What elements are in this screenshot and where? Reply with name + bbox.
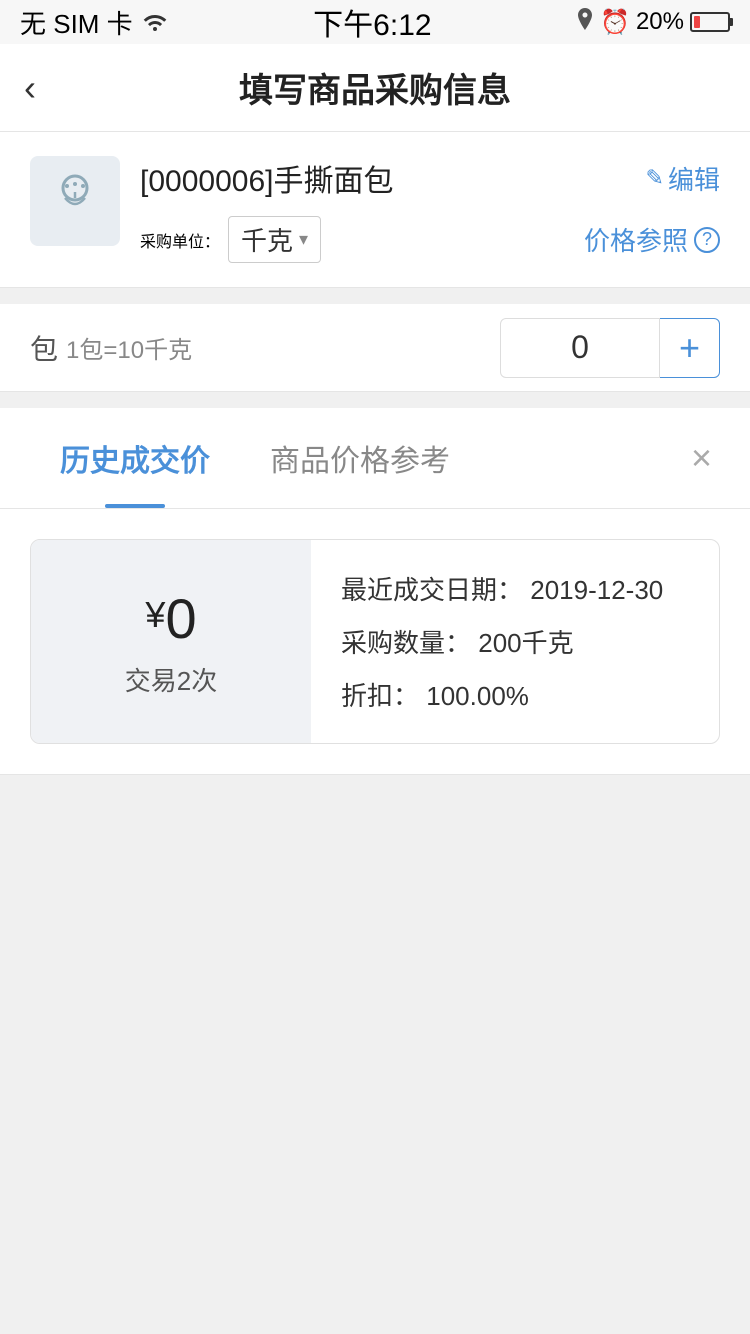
status-time: 下午6:12 <box>313 0 431 44</box>
price-ref-button[interactable]: 价格参照 ? <box>584 221 720 258</box>
discount-row: 折扣： 100.00% <box>341 676 689 713</box>
status-bar: 无 SIM 卡 下午6:12 ⏰ 20% <box>0 0 750 44</box>
product-thumb-icon <box>45 166 105 236</box>
price-ref-label: 价格参照 <box>584 221 688 258</box>
qty-control: 0 + <box>500 318 720 378</box>
price-card-container: ¥ 0 交易2次 最近成交日期： 2019-12-30 采购数量： 200千克 … <box>0 509 750 774</box>
tabs-header: 历史成交价 商品价格参考 × <box>0 408 750 509</box>
page-header: ‹ 填写商品采购信息 <box>0 44 750 132</box>
status-right: ⏰ 20% <box>576 8 730 37</box>
tab-product-price-ref[interactable]: 商品价格参考 <box>240 408 480 508</box>
chevron-down-icon: ▾ <box>299 229 308 250</box>
purchase-qty-row: 采购数量： 200千克 <box>341 623 689 660</box>
product-name: [0000006]手撕面包 <box>140 156 393 200</box>
product-id: [0000006] <box>140 165 273 198</box>
edit-icon: ✎ <box>646 165 664 191</box>
recent-date-label: 最近成交日期： <box>341 575 523 605</box>
unit-value: 千克 <box>241 221 293 258</box>
tabs-close-button[interactable]: × <box>683 429 720 487</box>
qty-unit-label: 包 <box>30 328 58 368</box>
discount-label: 折扣： <box>341 681 419 711</box>
price-times: 交易2次 <box>125 661 217 698</box>
edit-button[interactable]: ✎ 编辑 <box>646 160 720 197</box>
unit-select[interactable]: 千克 ▾ <box>228 216 321 263</box>
product-row: [0000006]手撕面包 ✎ 编辑 采购单位： 千克 ▾ 价格参照 ? <box>30 156 720 263</box>
recent-date-row: 最近成交日期： 2019-12-30 <box>341 570 689 607</box>
unit-label-row: 采购单位： 千克 ▾ <box>140 216 321 263</box>
carrier-text: 无 SIM 卡 <box>20 4 133 41</box>
product-info: [0000006]手撕面包 ✎ 编辑 采购单位： 千克 ▾ 价格参照 ? <box>140 156 720 263</box>
recent-date-value: 2019-12-30 <box>530 575 663 605</box>
edit-label: 编辑 <box>668 160 720 197</box>
page-title: 填写商品采购信息 <box>239 63 511 112</box>
location-icon <box>576 8 594 37</box>
price-card-left: ¥ 0 交易2次 <box>31 540 311 743</box>
wifi-icon <box>141 7 169 38</box>
product-title: 手撕面包 <box>273 165 393 198</box>
price-value: 0 <box>165 586 196 651</box>
purchase-qty-value: 200千克 <box>478 628 573 658</box>
price-card-right: 最近成交日期： 2019-12-30 采购数量： 200千克 折扣： 100.0… <box>311 540 719 743</box>
product-thumbnail <box>30 156 120 246</box>
price-currency: ¥ <box>145 594 165 636</box>
quantity-section: 包 1包=10千克 0 + <box>0 304 750 392</box>
tabs-list: 历史成交价 商品价格参考 <box>30 408 480 508</box>
qty-label: 包 1包=10千克 <box>30 328 192 368</box>
qty-plus-button[interactable]: + <box>660 318 720 378</box>
alarm-icon: ⏰ <box>600 8 630 37</box>
status-left: 无 SIM 卡 <box>20 4 169 41</box>
unit-label: 采购单位： <box>140 228 220 252</box>
battery-percent: 20% <box>636 8 684 36</box>
price-amount: ¥ 0 <box>145 586 196 651</box>
product-name-row: [0000006]手撕面包 ✎ 编辑 <box>140 156 720 200</box>
discount-value: 100.00% <box>426 681 529 711</box>
purchase-qty-label: 采购数量： <box>341 628 471 658</box>
back-button[interactable]: ‹ <box>24 67 36 109</box>
qty-input[interactable]: 0 <box>500 318 660 378</box>
unit-row: 采购单位： 千克 ▾ 价格参照 ? <box>140 216 720 263</box>
qty-unit-equality: 1包=10千克 <box>66 330 192 365</box>
tab-history-price[interactable]: 历史成交价 <box>30 408 240 508</box>
info-icon: ? <box>694 227 720 253</box>
section-divider <box>0 288 750 304</box>
battery-icon <box>690 12 730 32</box>
price-card: ¥ 0 交易2次 最近成交日期： 2019-12-30 采购数量： 200千克 … <box>30 539 720 744</box>
tabs-section: 历史成交价 商品价格参考 × ¥ 0 交易2次 最近成交日期： 2019-12-… <box>0 408 750 775</box>
product-section: [0000006]手撕面包 ✎ 编辑 采购单位： 千克 ▾ 价格参照 ? <box>0 132 750 288</box>
